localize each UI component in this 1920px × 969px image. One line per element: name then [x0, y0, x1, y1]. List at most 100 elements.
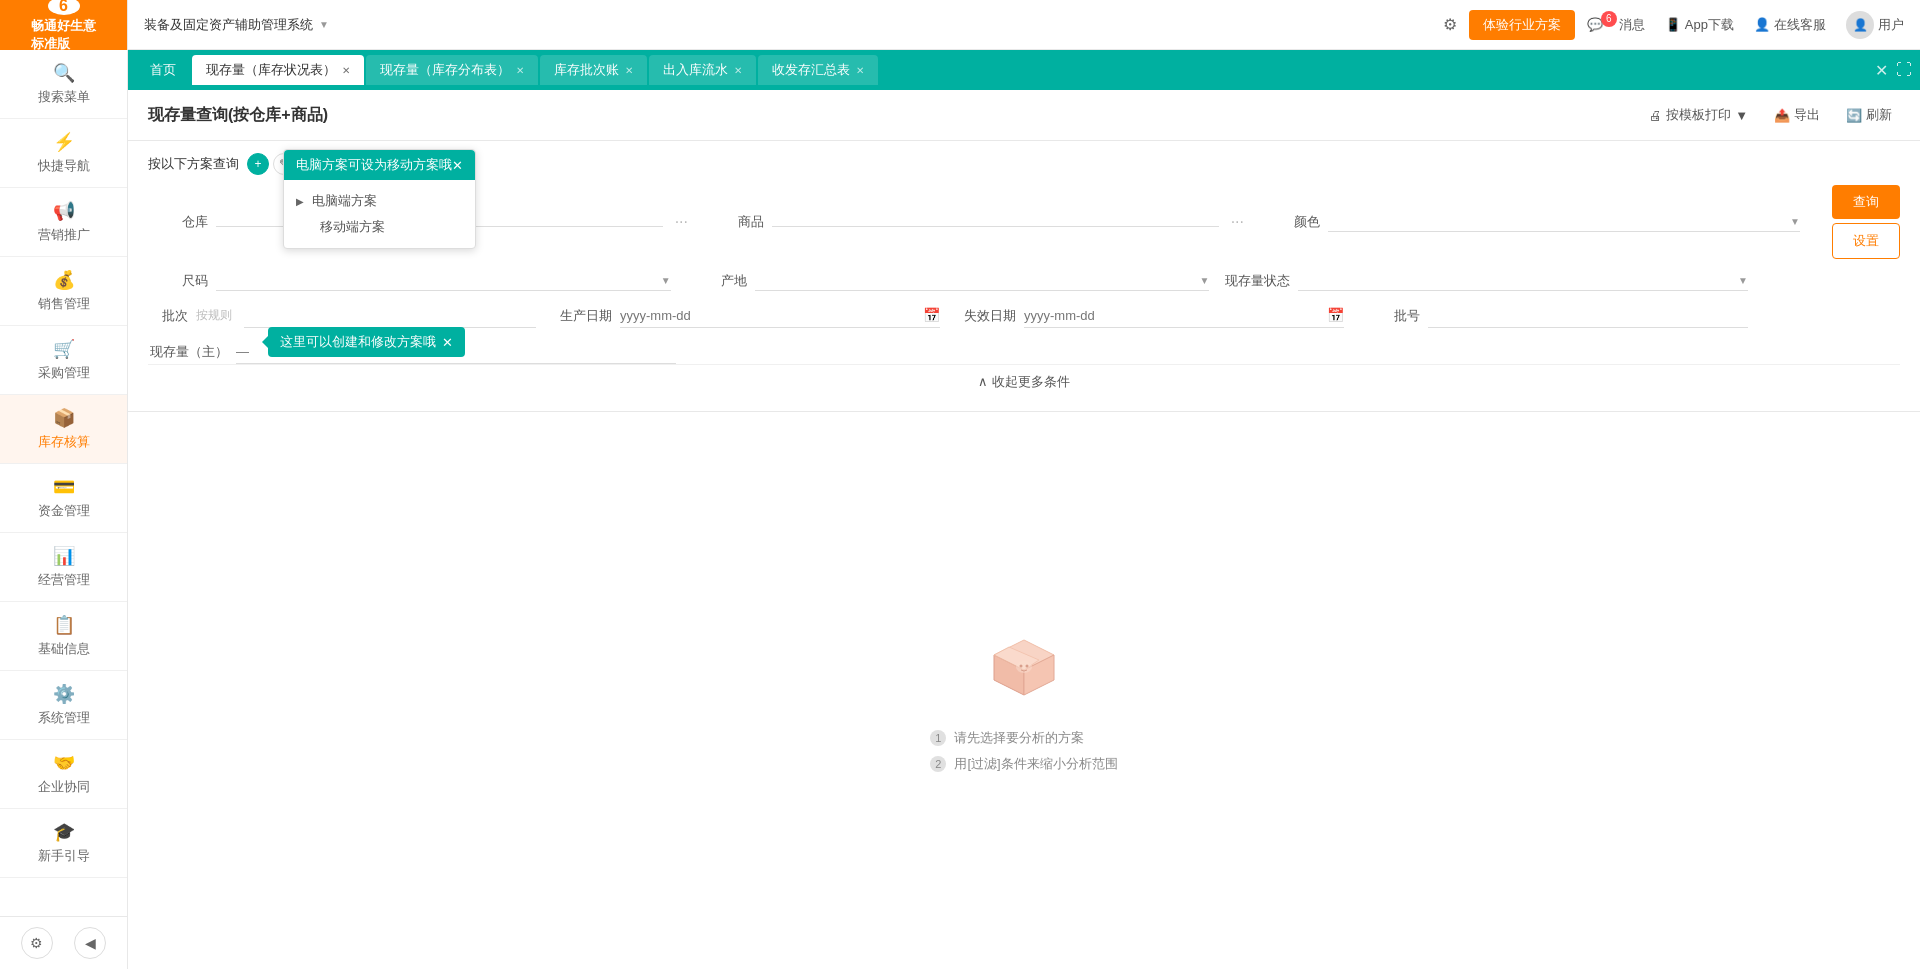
scheme-mobile-label: 移动端方案	[320, 218, 385, 236]
tab-collect-summary-label: 收发存汇总表	[772, 61, 850, 79]
top-header: 装备及固定资产辅助管理系统 ▼ ⚙ 体验行业方案 💬 6 消息 📱 App下载 …	[128, 0, 1920, 50]
empty-illustration	[974, 605, 1074, 705]
app-download-item[interactable]: 📱 App下载	[1665, 16, 1734, 34]
goods-dots-icon[interactable]: ···	[1231, 213, 1244, 231]
print-btn[interactable]: 🖨 按模板打印 ▼	[1641, 102, 1756, 128]
color-dropdown[interactable]: ▼	[1328, 212, 1800, 232]
scheme-item-mobile[interactable]: 移动端方案	[296, 214, 463, 240]
sidebar: 6 畅通好生意 标准版 🔍 搜索菜单 ⚡ 快捷导航 📢 营销推广 💰 销售管理 …	[0, 0, 128, 969]
warehouse-dots-icon[interactable]: ···	[675, 213, 688, 231]
tab-inventory-status[interactable]: 现存量（库存状况表） ✕	[192, 55, 364, 85]
search-action-btns: 查询 设置	[1832, 185, 1900, 259]
stock-status-arrow-icon: ▼	[1738, 275, 1748, 286]
tab-batch-account-close[interactable]: ✕	[625, 65, 633, 76]
filter-label: 按以下方案查询	[148, 155, 239, 173]
expire-date-start-cal-icon[interactable]: 📅	[1327, 307, 1344, 323]
tab-batch-account[interactable]: 库存批次账 ✕	[540, 55, 647, 85]
scheme-item-desktop[interactable]: ▶ 电脑端方案	[296, 188, 463, 214]
sidebar-item-system-label: 系统管理	[38, 709, 90, 727]
print-dropdown-arrow: ▼	[1735, 108, 1748, 123]
produce-date-start[interactable]	[620, 308, 923, 323]
sidebar-item-system[interactable]: ⚙️ 系统管理	[0, 671, 127, 740]
tip-text-2: 用[过滤]条件来缩小分析范围	[954, 751, 1117, 777]
sidebar-footer: ⚙ ◀	[0, 916, 127, 969]
operation-icon: 📊	[53, 545, 75, 567]
sidebar-item-quicknav-label: 快捷导航	[38, 157, 90, 175]
sidebar-item-quicknav[interactable]: ⚡ 快捷导航	[0, 119, 127, 188]
message-item[interactable]: 💬 6 消息	[1587, 16, 1645, 34]
print-label: 按模板打印	[1666, 106, 1731, 124]
scheme-tooltip-close[interactable]: ✕	[442, 335, 453, 350]
settings-gear-icon[interactable]: ⚙	[1443, 15, 1457, 34]
origin-dropdown[interactable]: ▼	[755, 271, 1210, 291]
content-area: 现存量查询(按仓库+商品) 🖨 按模板打印 ▼ 📤 导出 🔄 刷新	[128, 90, 1920, 969]
system-dropdown-arrow[interactable]: ▼	[319, 19, 329, 30]
user-item[interactable]: 👤 用户	[1846, 11, 1904, 39]
tab-inout-flow-close[interactable]: ✕	[734, 65, 742, 76]
sidebar-item-purchase[interactable]: 🛒 采购管理	[0, 326, 127, 395]
header-right: 💬 6 消息 📱 App下载 👤 在线客服 👤 用户	[1587, 11, 1904, 39]
search-button[interactable]: 查询	[1832, 185, 1900, 219]
tab-inout-flow-label: 出入库流水	[663, 61, 728, 79]
search-icon: 🔍	[53, 62, 75, 84]
page-header: 现存量查询(按仓库+商品) 🖨 按模板打印 ▼ 📤 导出 🔄 刷新	[128, 90, 1920, 141]
print-icon: 🖨	[1649, 108, 1662, 123]
close-all-tabs-btn[interactable]: ✕	[1875, 61, 1888, 80]
sidebar-item-sales[interactable]: 💰 销售管理	[0, 257, 127, 326]
collapse-sidebar-btn[interactable]: ◀	[74, 927, 106, 959]
size-label: 尺码	[148, 272, 208, 290]
export-btn[interactable]: 📤 导出	[1766, 102, 1828, 128]
marketing-icon: 📢	[53, 200, 75, 222]
tab-inventory-dist-close[interactable]: ✕	[516, 65, 524, 76]
tab-inventory-status-close[interactable]: ✕	[342, 65, 350, 76]
filter-field-batch: 批次 按规则	[148, 304, 536, 328]
filter-row-3: 批次 按规则 生产日期 📅 失效日期	[148, 303, 1900, 328]
refresh-btn[interactable]: 🔄 刷新	[1838, 102, 1900, 128]
filter-field-color: 颜色 ▼	[1260, 212, 1800, 232]
goods-dropdown[interactable]	[772, 218, 1219, 227]
sidebar-item-guide[interactable]: 🎓 新手引导	[0, 809, 127, 878]
size-dropdown[interactable]: ▼	[216, 271, 671, 291]
batch-no-input[interactable]	[1428, 304, 1748, 328]
settings-btn[interactable]: ⚙	[21, 927, 53, 959]
expire-date-start[interactable]	[1024, 308, 1327, 323]
sidebar-item-search[interactable]: 🔍 搜索菜单	[0, 50, 127, 119]
scheme-selector-content: ▶ 电脑端方案 移动端方案	[284, 180, 475, 248]
logo-icon: 6	[48, 0, 80, 15]
quicknav-icon: ⚡	[53, 131, 75, 153]
sidebar-item-enterprise[interactable]: 🤝 企业协同	[0, 740, 127, 809]
filter-field-origin: 产地 ▼	[687, 271, 1210, 291]
scheme-desktop-label: 电脑端方案	[312, 192, 377, 210]
empty-state: 1 请先选择要分析的方案 2 用[过滤]条件来缩小分析范围	[128, 412, 1920, 969]
tab-collect-summary-close[interactable]: ✕	[856, 65, 864, 76]
stock-status-dropdown[interactable]: ▼	[1298, 271, 1748, 291]
tip-num-2: 2	[930, 756, 946, 772]
tab-inout-flow[interactable]: 出入库流水 ✕	[649, 55, 756, 85]
sidebar-item-marketing[interactable]: 📢 营销推广	[0, 188, 127, 257]
tab-inventory-dist[interactable]: 现存量（库存分布表） ✕	[366, 55, 538, 85]
support-item[interactable]: 👤 在线客服	[1754, 16, 1826, 34]
tab-collect-summary[interactable]: 收发存汇总表 ✕	[758, 55, 878, 85]
page-title: 现存量查询(按仓库+商品)	[148, 105, 328, 126]
add-scheme-btn[interactable]: +	[247, 153, 269, 175]
sidebar-nav: 🔍 搜索菜单 ⚡ 快捷导航 📢 营销推广 💰 销售管理 🛒 采购管理 📦 库存核…	[0, 50, 127, 916]
tip-num-1: 1	[930, 730, 946, 746]
sidebar-item-sales-label: 销售管理	[38, 295, 90, 313]
avatar: 👤	[1846, 11, 1874, 39]
trial-button[interactable]: 体验行业方案	[1469, 10, 1575, 40]
collapse-bar[interactable]: ∧ 收起更多条件	[148, 364, 1900, 399]
tab-home[interactable]: 首页	[136, 55, 190, 85]
sidebar-item-operation[interactable]: 📊 经营管理	[0, 533, 127, 602]
set-button[interactable]: 设置	[1832, 223, 1900, 259]
empty-tip-2: 2 用[过滤]条件来缩小分析范围	[930, 751, 1117, 777]
sidebar-item-basic[interactable]: 📋 基础信息	[0, 602, 127, 671]
sidebar-item-inventory-label: 库存核算	[38, 433, 90, 451]
batch-input[interactable]	[244, 304, 536, 328]
sidebar-item-finance[interactable]: 💳 资金管理	[0, 464, 127, 533]
sidebar-item-marketing-label: 营销推广	[38, 226, 90, 244]
user-label: 用户	[1878, 16, 1904, 34]
scheme-selector-close[interactable]: ✕	[452, 158, 463, 173]
produce-date-start-cal-icon[interactable]: 📅	[923, 307, 940, 323]
fullscreen-btn[interactable]: ⛶	[1896, 61, 1912, 79]
sidebar-item-inventory[interactable]: 📦 库存核算	[0, 395, 127, 464]
